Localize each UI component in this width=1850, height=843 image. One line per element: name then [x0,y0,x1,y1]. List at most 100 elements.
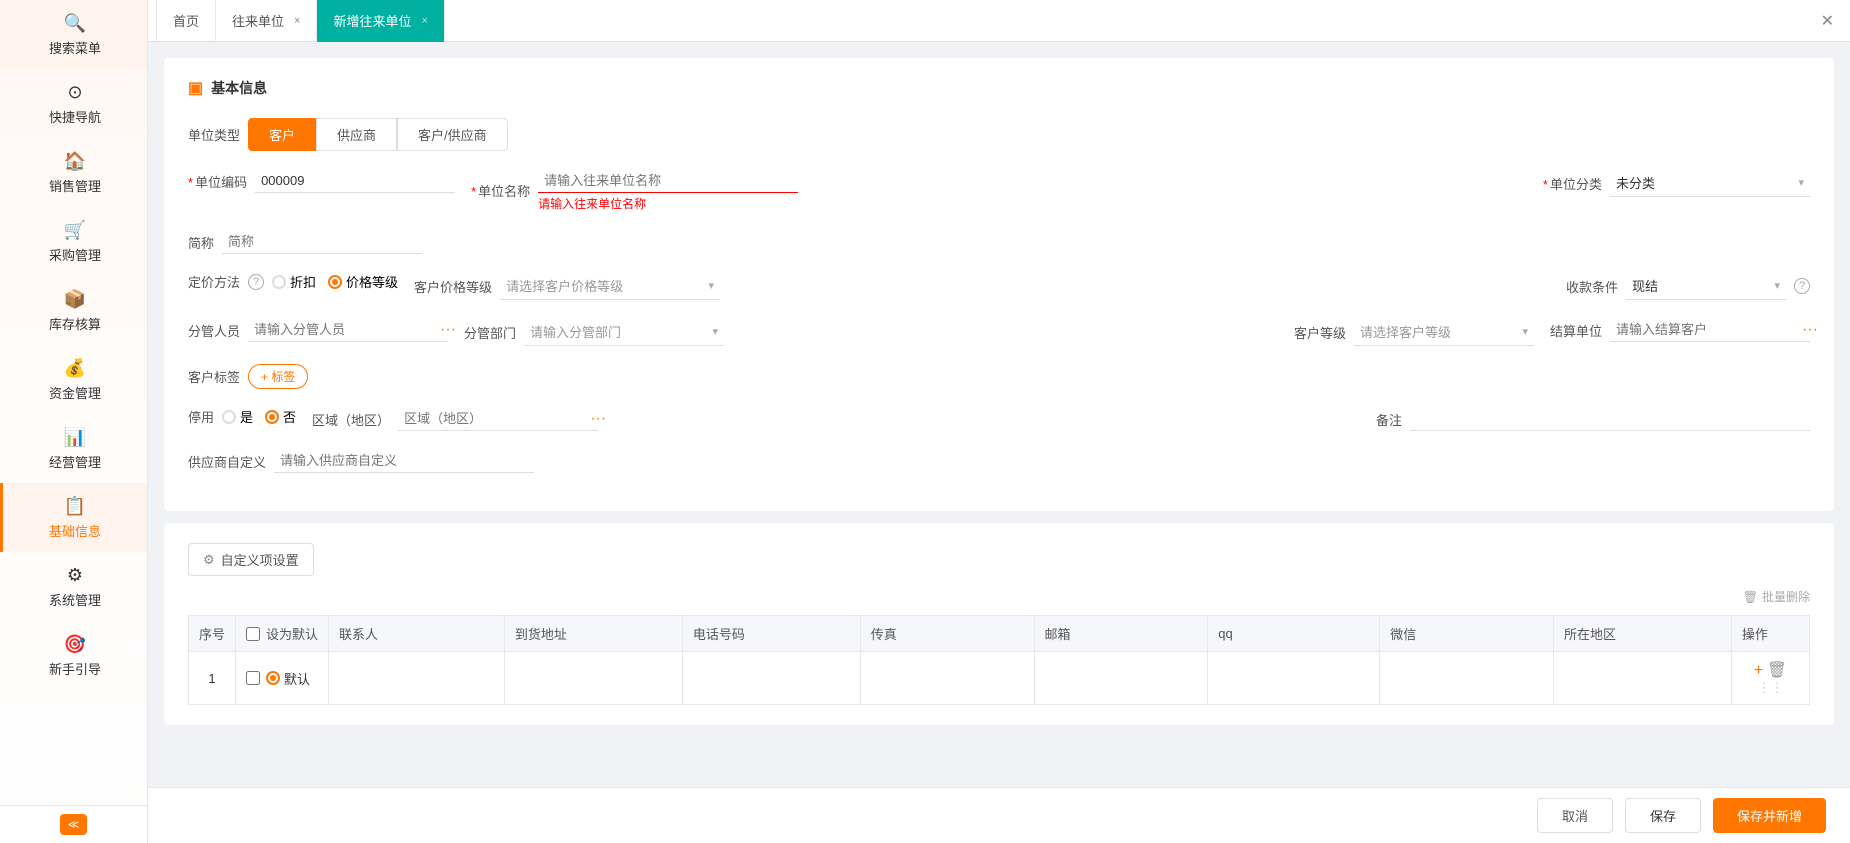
row-address[interactable] [504,652,682,705]
unit-type-both-btn[interactable]: 客户/供应商 [397,118,508,151]
region-table-input[interactable] [1564,671,1721,686]
row-region[interactable] [1553,652,1731,705]
department-select[interactable]: 请输入分管部门 ▾ [524,318,724,346]
row-delete-btn[interactable]: 🗑 [1767,660,1787,680]
save-button[interactable]: 保存 [1625,798,1701,833]
customer-price-level-select[interactable]: 请选择客户价格等级 ▾ [500,272,720,300]
sidebar-item-system[interactable]: ⚙ 系统管理 [0,552,147,621]
custom-settings-button[interactable]: ⚙ 自定义项设置 [188,543,314,576]
tab-new-counterpart-close[interactable]: × [421,15,427,27]
basic-info-card: ▣ 基本信息 单位类型 客户 供应商 客户/供应商 *单位编码 [164,58,1834,511]
phone-input[interactable] [693,671,850,686]
col-region: 所在地区 [1553,616,1731,652]
disabled-no-circle [265,410,279,424]
region-more-btn[interactable]: ··· [586,410,610,428]
sidebar-item-search[interactable]: 🔍 搜索菜单 [0,0,147,69]
disabled-no-dot [269,414,275,420]
sidebar-item-stock[interactable]: 📦 库存核算 [0,276,147,345]
payment-terms-group: 收款条件 现结 ▾ ? [1566,272,1810,300]
customer-price-level-group: 客户价格等级 请选择客户价格等级 ▾ [414,272,1550,300]
pricing-help-icon[interactable]: ? [248,274,264,290]
pricing-discount-radio[interactable]: 折扣 [272,272,316,291]
default-radio[interactable]: 默认 [266,669,310,688]
address-input[interactable] [515,671,672,686]
row-action: + 🗑 ⋮⋮ [1731,652,1809,705]
sidebar-item-quicknav[interactable]: ⊙ 快捷导航 [0,69,147,138]
payment-terms-select[interactable]: 现结 ▾ [1626,272,1786,300]
payment-terms-chevron: ▾ [1774,279,1780,292]
row-email[interactable] [1034,652,1208,705]
tab-home[interactable]: 首页 [156,0,216,42]
contact-input[interactable] [339,671,494,686]
add-tag-button[interactable]: + 标签 [248,364,308,389]
short-name-input[interactable] [222,230,422,254]
disabled-yes-radio[interactable]: 是 [222,407,253,426]
payment-terms-help-icon[interactable]: ? [1794,278,1810,294]
manager-label: 分管人员 [188,321,240,340]
manager-input[interactable] [248,318,436,341]
tab-new-counterpart[interactable]: 新增往来单位 × [317,0,444,42]
customer-level-select[interactable]: 请选择客户等级 ▾ [1354,318,1534,346]
fax-input[interactable] [871,671,1024,686]
unit-type-customer-btn[interactable]: 客户 [248,118,316,151]
unit-type-label: 单位类型 [188,125,240,144]
row-add-btn[interactable]: + [1754,662,1763,680]
batch-delete-button[interactable]: 🗑 批量删除 [1743,588,1810,605]
row-contact[interactable] [329,652,505,705]
payment-terms-value: 现结 [1632,276,1770,295]
region-input[interactable] [398,407,586,430]
col-contact: 联系人 [329,616,505,652]
qq-input[interactable] [1218,671,1369,686]
tab-counterpart-close[interactable]: × [294,15,300,27]
contact-card: ⚙ 自定义项设置 🗑 批量删除 序号 设为默认 [164,523,1834,725]
unit-name-input[interactable] [538,169,798,193]
disabled-no-radio[interactable]: 否 [265,407,296,426]
row-qq[interactable] [1208,652,1380,705]
sidebar-expand-btn[interactable]: ≪ [60,814,88,835]
customer-tag-label: 客户标签 [188,367,240,386]
tab-bar-close-all[interactable]: ✕ [1813,7,1842,35]
row-phone[interactable] [682,652,860,705]
select-all-checkbox[interactable] [246,627,260,641]
system-icon: ⚙ [64,564,86,586]
batch-delete-icon: 🗑 [1743,590,1758,604]
table-body: 1 默认 [189,652,1810,705]
email-input[interactable] [1045,671,1198,686]
row-wechat[interactable] [1380,652,1554,705]
unit-type-supplier-btn[interactable]: 供应商 [316,118,397,151]
department-value: 请输入分管部门 [530,322,708,341]
sidebar-item-operations[interactable]: 📊 经营管理 [0,414,147,483]
sidebar-item-sales[interactable]: 🏠 销售管理 [0,138,147,207]
sidebar-bottom: ≪ [0,805,147,843]
row-checkbox[interactable] [246,671,260,685]
wechat-input[interactable] [1390,671,1543,686]
unit-code-label: *单位编码 [188,172,247,191]
sidebar-item-finance[interactable]: 💰 资金管理 [0,345,147,414]
tab-counterpart[interactable]: 往来单位 × [216,0,317,42]
page-content: ▣ 基本信息 单位类型 客户 供应商 客户/供应商 *单位编码 [148,42,1850,787]
sidebar-item-basic[interactable]: 📋 基础信息 [0,483,147,552]
manager-more-btn[interactable]: ··· [436,321,460,339]
save-new-button[interactable]: 保存并新增 [1713,798,1826,833]
sidebar-item-guide[interactable]: 🎯 新手引导 [0,621,147,690]
remark-input[interactable] [1410,407,1810,431]
pricing-row: 定价方法 ? 折扣 价格等级 [188,272,1810,300]
unit-category-select[interactable]: 未分类 ▾ [1610,169,1810,197]
settlement-unit-more-btn[interactable]: ··· [1798,321,1822,339]
pricing-level-radio[interactable]: 价格等级 [328,272,398,291]
supplier-custom-input[interactable] [274,449,534,473]
unit-code-input[interactable] [255,169,455,193]
customer-level-group: 客户等级 请选择客户等级 ▾ [1294,318,1534,346]
guide-icon: 🎯 [64,633,86,655]
settlement-unit-input-with-btn: ··· [1610,318,1810,342]
sidebar-item-purchase[interactable]: 🛒 采购管理 [0,207,147,276]
cancel-button[interactable]: 取消 [1537,798,1613,833]
customer-price-level-chevron: ▾ [709,279,715,292]
row-fax[interactable] [860,652,1034,705]
table-row: 1 默认 [189,652,1810,705]
col-address: 到货地址 [504,616,682,652]
short-name-row: 简称 [188,230,1810,254]
settlement-unit-input[interactable] [1610,318,1798,341]
unit-type-group-container: 单位类型 客户 供应商 客户/供应商 [188,118,508,151]
col-action: 操作 [1731,616,1809,652]
